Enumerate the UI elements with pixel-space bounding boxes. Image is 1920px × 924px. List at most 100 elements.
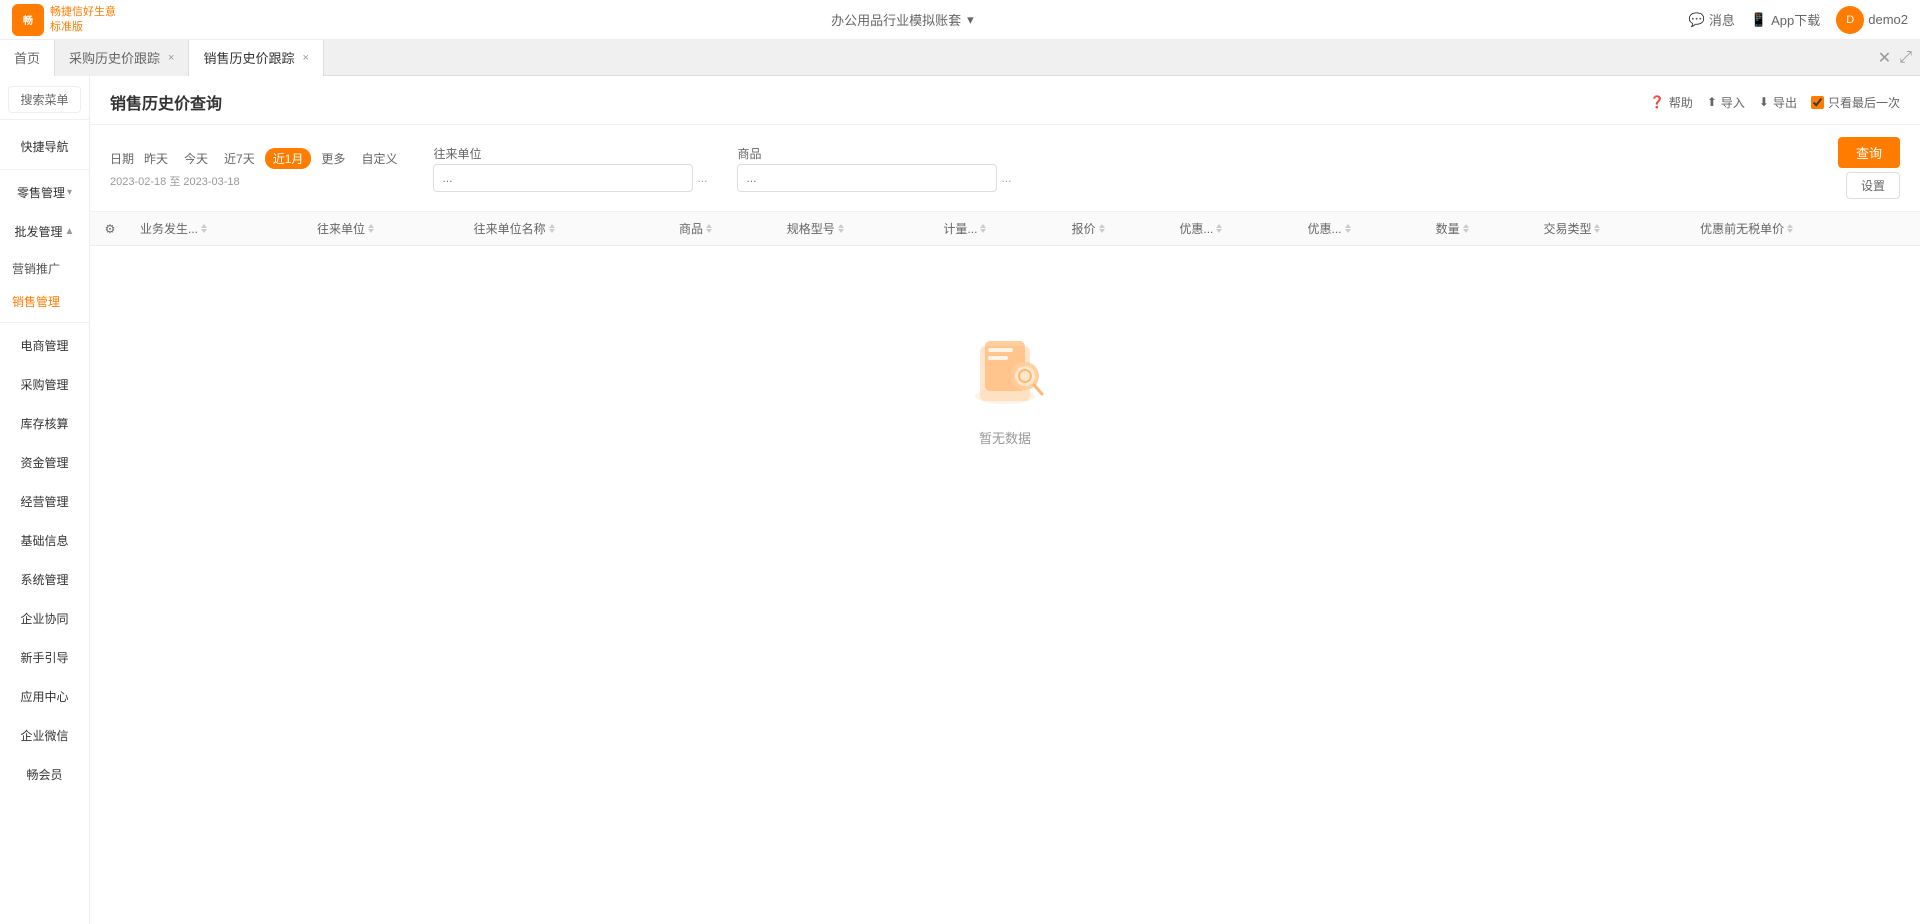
th-discount1[interactable]: 优惠...	[1169, 212, 1297, 246]
close-all-tabs-button[interactable]: ✕	[1878, 48, 1891, 68]
app-download-action[interactable]: 📱 App下载	[1751, 10, 1820, 29]
avatar: D	[1836, 6, 1864, 34]
sidebar-item-retail[interactable]: 零售管理 ▾	[4, 174, 85, 211]
sidebar-divider-2	[0, 322, 89, 323]
sidebar-item-guide[interactable]: 新手引导	[4, 639, 85, 676]
sidebar-item-wholesale[interactable]: 批发管理 ▲	[4, 213, 85, 250]
filter-row: 日期 昨天 今天 近7天 近1月 更多 自定义 2023-02-18 至 202…	[110, 145, 1826, 192]
sidebar-nav: 快捷导航 零售管理 ▾ 批发管理 ▲ 营销推广 销售管理 电商管理 采购管理	[0, 120, 89, 801]
message-action[interactable]: 💬 消息	[1689, 10, 1735, 29]
th-product[interactable]: 商品	[669, 212, 777, 246]
content-area: 销售历史价查询 ❓ 帮助 ⬆ 导入 ⬇ 导出 只看最后一次	[90, 76, 1920, 924]
tab-sales-history[interactable]: 销售历史价跟踪 ×	[189, 40, 323, 76]
partner-input[interactable]	[433, 164, 693, 192]
date-filter-group: 日期 昨天 今天 近7天 近1月 更多 自定义 2023-02-18 至 202…	[110, 148, 403, 189]
sidebar-item-inventory[interactable]: 库存核算	[4, 405, 85, 442]
empty-text: 暂无数据	[979, 428, 1031, 447]
show-last-checkbox-label[interactable]: 只看最后一次	[1811, 94, 1900, 111]
th-spec[interactable]: 规格型号	[777, 212, 934, 246]
th-unit[interactable]: 计量...	[933, 212, 1061, 246]
product-input[interactable]	[737, 164, 997, 192]
sidebar-item-marketing[interactable]: 营销推广	[0, 252, 89, 285]
export-button[interactable]: ⬇ 导出	[1759, 94, 1797, 111]
settings-button[interactable]: 设置	[1846, 172, 1900, 199]
th-partner-name[interactable]: 往来单位名称	[464, 212, 669, 246]
sort-icon-spec	[838, 224, 844, 233]
settings-col-icon[interactable]: ⚙	[105, 222, 116, 236]
th-partner-code[interactable]: 往来单位	[307, 212, 464, 246]
date-range-text: 2023-02-18 至 2023-03-18	[110, 173, 403, 189]
topbar-workspace[interactable]: 办公用品行业模拟账套 ▾	[831, 10, 974, 29]
date-label: 日期	[110, 150, 134, 167]
sort-icon-product	[706, 224, 712, 233]
th-settings[interactable]: ⚙	[90, 212, 130, 246]
logo-icon: 畅	[12, 4, 44, 36]
sidebar-item-operations[interactable]: 经营管理	[4, 483, 85, 520]
th-discount2[interactable]: 优惠...	[1298, 212, 1426, 246]
sidebar-item-system[interactable]: 系统管理	[4, 561, 85, 598]
sidebar-item-basic-info[interactable]: 基础信息	[4, 522, 85, 559]
logo-symbol: 畅	[23, 12, 33, 27]
partner-input-row: ...	[433, 164, 707, 192]
import-button[interactable]: ⬆ 导入	[1707, 94, 1745, 111]
th-pre-tax-price[interactable]: 优惠前无税单价	[1690, 212, 1920, 246]
workspace-dropdown-icon[interactable]: ▾	[967, 12, 974, 28]
query-button[interactable]: 查询	[1838, 137, 1900, 168]
sidebar-item-corp-wechat[interactable]: 企业微信	[4, 717, 85, 754]
sidebar-item-finance[interactable]: 资金管理	[4, 444, 85, 481]
sort-icon-biz-date	[201, 224, 207, 233]
th-biz-date[interactable]: 业务发生...	[130, 212, 307, 246]
help-button[interactable]: ❓ 帮助	[1650, 94, 1693, 111]
page-header: 销售历史价查询 ❓ 帮助 ⬆ 导入 ⬇ 导出 只看最后一次	[90, 76, 1920, 125]
maximize-button[interactable]: ⤢	[1899, 49, 1912, 67]
tab-home[interactable]: 首页	[0, 40, 55, 76]
sort-icon-pre-tax-price	[1787, 224, 1793, 233]
th-trade-type[interactable]: 交易类型	[1533, 212, 1690, 246]
th-qty[interactable]: 数量	[1426, 212, 1534, 246]
sidebar-search: 搜索菜单	[0, 76, 89, 120]
sort-icon-trade-type	[1594, 224, 1600, 233]
product-label: 商品	[737, 145, 1011, 162]
export-icon: ⬇	[1759, 95, 1769, 109]
date-btn-yesterday[interactable]: 昨天	[138, 148, 174, 169]
date-btn-7days[interactable]: 近7天	[218, 148, 261, 169]
sort-icon-partner-name	[549, 224, 555, 233]
sidebar-item-ecommerce[interactable]: 电商管理	[4, 327, 85, 364]
empty-state: 暂无数据	[90, 246, 1920, 527]
tab-purchase-history-close[interactable]: ×	[168, 52, 174, 64]
date-btn-today[interactable]: 今天	[178, 148, 214, 169]
show-last-checkbox[interactable]	[1811, 96, 1824, 109]
logo-text: 畅捷信好生意 标准版	[50, 5, 116, 34]
import-icon: ⬆	[1707, 95, 1717, 109]
main-layout: 搜索菜单 快捷导航 零售管理 ▾ 批发管理 ▲ 营销推广 销售管理 电	[0, 76, 1920, 924]
retail-arrow-icon: ▾	[67, 187, 72, 198]
app-icon: 📱	[1751, 12, 1767, 28]
sidebar-item-app-center[interactable]: 应用中心	[4, 678, 85, 715]
sidebar-item-sales-mgmt[interactable]: 销售管理	[0, 285, 89, 318]
search-menu-button[interactable]: 搜索菜单	[8, 86, 81, 113]
sidebar-divider-1	[0, 169, 89, 170]
sidebar-item-enterprise[interactable]: 企业协同	[4, 600, 85, 637]
date-btn-1month[interactable]: 近1月	[265, 148, 312, 169]
tab-purchase-history[interactable]: 采购历史价跟踪 ×	[55, 40, 189, 76]
wholesale-arrow-icon: ▲	[65, 226, 75, 237]
date-btn-custom[interactable]: 自定义	[355, 148, 403, 169]
date-btn-more[interactable]: 更多	[315, 148, 351, 169]
tab-sales-history-close[interactable]: ×	[302, 52, 308, 64]
sidebar-item-quick-nav[interactable]: 快捷导航	[4, 128, 85, 165]
page-title: 销售历史价查询	[110, 90, 222, 114]
logo-area: 畅 畅捷信好生意 标准版	[12, 4, 116, 36]
toolbar: 日期 昨天 今天 近7天 近1月 更多 自定义 2023-02-18 至 202…	[90, 125, 1920, 212]
page-header-actions: ❓ 帮助 ⬆ 导入 ⬇ 导出 只看最后一次	[1650, 94, 1900, 111]
tabbar-actions: ✕ ⤢	[1878, 48, 1920, 68]
partner-filter-group: 往来单位 ...	[433, 145, 707, 192]
th-price[interactable]: 报价	[1062, 212, 1170, 246]
message-icon: 💬	[1689, 12, 1705, 28]
sort-icon-discount2	[1345, 224, 1351, 233]
sidebar-item-member[interactable]: 畅会员	[4, 756, 85, 793]
help-icon: ❓	[1650, 95, 1665, 109]
data-table: ⚙ 业务发生... 往来单位	[90, 212, 1920, 246]
sort-icon-qty	[1463, 224, 1469, 233]
user-avatar-action[interactable]: D demo2	[1836, 6, 1908, 34]
sidebar-item-purchase[interactable]: 采购管理	[4, 366, 85, 403]
